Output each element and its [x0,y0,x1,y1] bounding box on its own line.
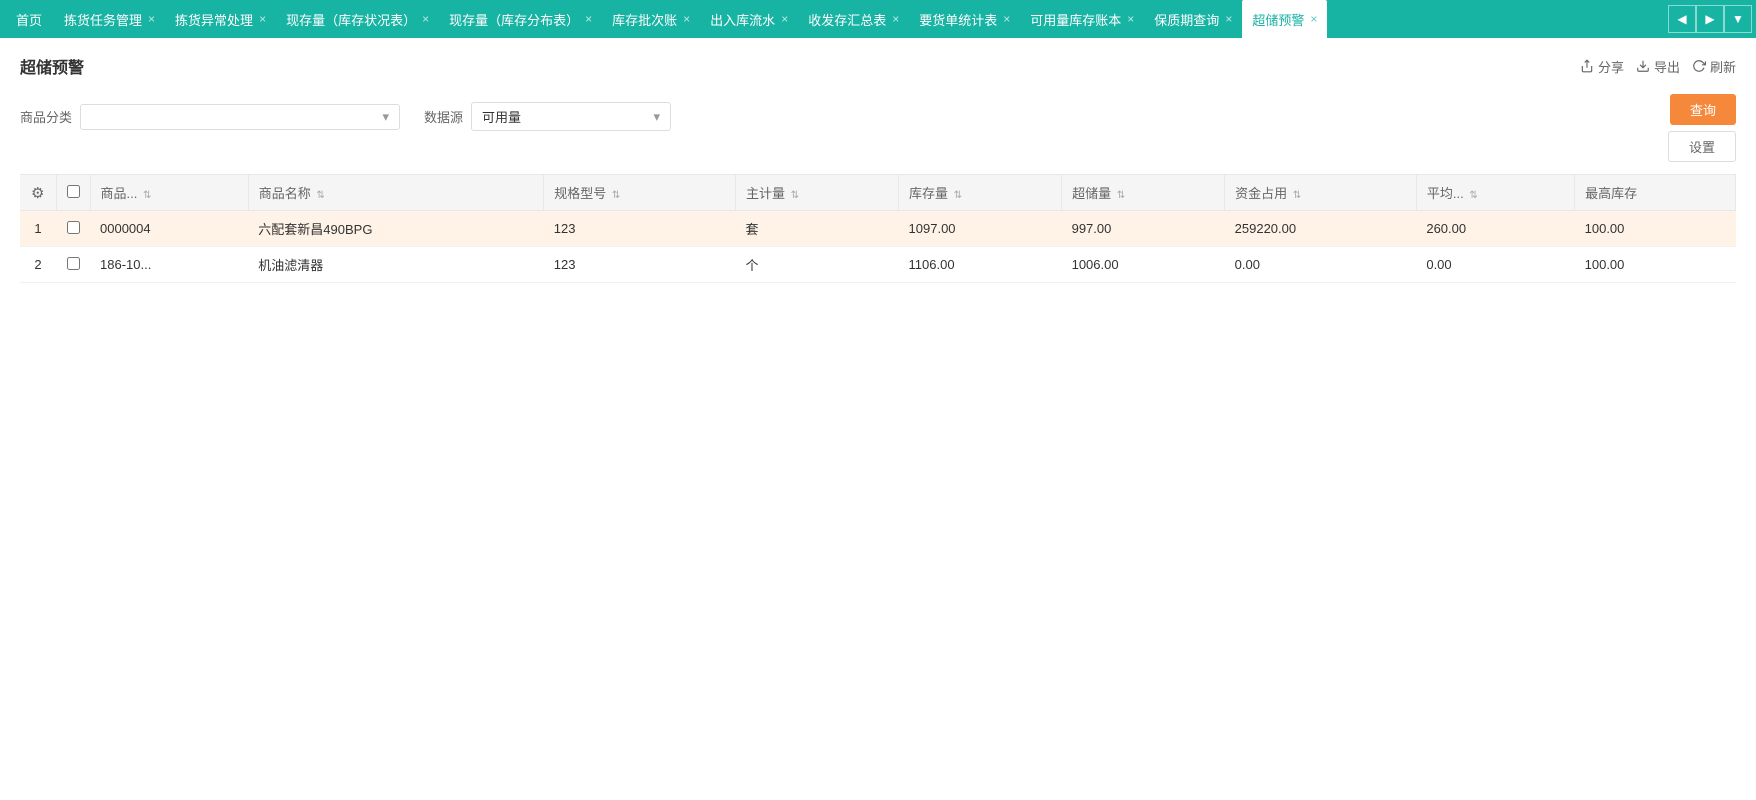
close-tab-0[interactable]: × [148,12,155,26]
nav-arrow-dropdown[interactable]: ▼ [1724,5,1752,33]
col-unit: 主计量 ⇅ [735,175,898,211]
select-all-checkbox[interactable] [67,185,80,198]
nav-arrow-left[interactable]: ◀ [1668,5,1696,33]
cell-max-stock: 100.00 [1575,247,1736,283]
close-tab-8[interactable]: × [1127,12,1134,26]
sort-icon-spec[interactable]: ⇅ [612,190,620,201]
datasource-filter: 数据源 可用量 ▾ [424,102,671,131]
share-icon [1580,59,1594,73]
datasource-select[interactable]: 可用量 ▾ [471,102,671,131]
row-checkbox[interactable] [67,257,80,270]
page-title: 超储预警 [20,54,84,78]
checkbox-column-header [56,175,90,211]
datasource-label: 数据源 [424,107,463,126]
header-actions: 分享 导出 刷新 [1580,57,1736,76]
query-button[interactable]: 查询 [1670,94,1736,125]
cell-max-stock: 100.00 [1575,211,1736,247]
cell-product-code: 0000004 [90,211,248,247]
refresh-icon [1692,59,1706,73]
top-navigation: 首页 拣货任务管理 × 拣货异常处理 × 现存量（库存状况表） × 现存量（库存… [0,0,1756,38]
cell-stock: 1097.00 [899,211,1062,247]
cell-overstock: 1006.00 [1062,247,1225,283]
datasource-dropdown-arrow: ▾ [654,109,661,125]
close-tab-2[interactable]: × [422,12,429,26]
close-tab-9[interactable]: × [1225,12,1232,26]
col-spec: 规格型号 ⇅ [544,175,736,211]
close-tab-4[interactable]: × [683,12,690,26]
col-stock: 库存量 ⇅ [899,175,1062,211]
nav-item-4[interactable]: 库存批次账 × [602,0,700,38]
nav-item-8[interactable]: 可用量库存账本 × [1020,0,1144,38]
table-row: 2 186-10... 机油滤清器 123 个 1106.00 1006.00 … [20,247,1736,283]
share-button[interactable]: 分享 [1580,57,1624,76]
close-tab-1[interactable]: × [259,12,266,26]
gear-icon[interactable]: ⚙ [31,185,44,202]
sort-icon-avg[interactable]: ⇅ [1469,190,1477,201]
cell-avg: 260.00 [1416,211,1574,247]
nav-item-10[interactable]: 超储预警 × [1242,0,1327,38]
close-tab-3[interactable]: × [585,12,592,26]
category-dropdown-arrow: ▾ [382,109,389,125]
cell-capital: 0.00 [1225,247,1417,283]
nav-item-0[interactable]: 拣货任务管理 × [54,0,165,38]
table-header-row: ⚙ 商品... ⇅ 商品名称 ⇅ 规格型号 ⇅ 主计量 [20,175,1736,211]
sort-icon-capital[interactable]: ⇅ [1293,190,1301,201]
cell-product-code: 186-10... [90,247,248,283]
table-row: 1 0000004 六配套新昌490BPG 123 套 1097.00 997.… [20,211,1736,247]
row-checkbox-cell [56,247,90,283]
nav-item-7[interactable]: 要货单统计表 × [909,0,1020,38]
cell-avg: 0.00 [1416,247,1574,283]
category-label: 商品分类 [20,107,72,126]
col-max-stock: 最高库存 [1575,175,1736,211]
close-tab-6[interactable]: × [892,12,899,26]
settings-column-header: ⚙ [20,175,56,211]
settings-button[interactable]: 设置 [1668,131,1736,162]
col-avg: 平均... ⇅ [1416,175,1574,211]
row-index: 2 [20,247,56,283]
category-filter: 商品分类 ▾ [20,104,400,130]
export-button[interactable]: 导出 [1636,57,1680,76]
cell-spec: 123 [544,211,736,247]
cell-overstock: 997.00 [1062,211,1225,247]
page-header: 超储预警 分享 导出 刷新 [20,54,1736,78]
cell-capital: 259220.00 [1225,211,1417,247]
data-table: ⚙ 商品... ⇅ 商品名称 ⇅ 规格型号 ⇅ 主计量 [20,174,1736,283]
row-index: 1 [20,211,56,247]
row-checkbox[interactable] [67,221,80,234]
cell-spec: 123 [544,247,736,283]
nav-arrow-right[interactable]: ▶ [1696,5,1724,33]
col-overstock: 超储量 ⇅ [1062,175,1225,211]
nav-item-5[interactable]: 出入库流水 × [700,0,798,38]
row-checkbox-cell [56,211,90,247]
sort-icon-product-code[interactable]: ⇅ [143,190,151,201]
nav-item-6[interactable]: 收发存汇总表 × [798,0,909,38]
cell-stock: 1106.00 [899,247,1062,283]
col-capital: 资金占用 ⇅ [1225,175,1417,211]
sort-icon-stock[interactable]: ⇅ [954,190,962,201]
close-tab-10[interactable]: × [1310,12,1317,26]
export-icon [1636,59,1650,73]
page-content: 超储预警 分享 导出 刷新 商品分类 ▾ [0,38,1756,299]
cell-unit: 套 [735,211,898,247]
nav-item-3[interactable]: 现存量（库存分布表） × [439,0,602,38]
sort-icon-overstock[interactable]: ⇅ [1117,190,1125,201]
nav-item-1[interactable]: 拣货异常处理 × [165,0,276,38]
close-tab-7[interactable]: × [1003,12,1010,26]
nav-item-9[interactable]: 保质期查询 × [1144,0,1242,38]
filter-row: 商品分类 ▾ 数据源 可用量 ▾ [20,94,1652,139]
nav-home[interactable]: 首页 [4,0,54,38]
sort-icon-product-name[interactable]: ⇅ [316,190,324,201]
col-product-name: 商品名称 ⇅ [248,175,544,211]
nav-arrows: ◀ ▶ ▼ [1668,5,1752,33]
close-tab-5[interactable]: × [781,12,788,26]
cell-product-name: 六配套新昌490BPG [248,211,544,247]
nav-item-2[interactable]: 现存量（库存状况表） × [276,0,439,38]
cell-product-name: 机油滤清器 [248,247,544,283]
col-product-code: 商品... ⇅ [90,175,248,211]
cell-unit: 个 [735,247,898,283]
refresh-button[interactable]: 刷新 [1692,57,1736,76]
category-select[interactable]: ▾ [80,104,400,130]
sort-icon-unit[interactable]: ⇅ [791,190,799,201]
action-buttons: 查询 设置 [1668,94,1736,162]
